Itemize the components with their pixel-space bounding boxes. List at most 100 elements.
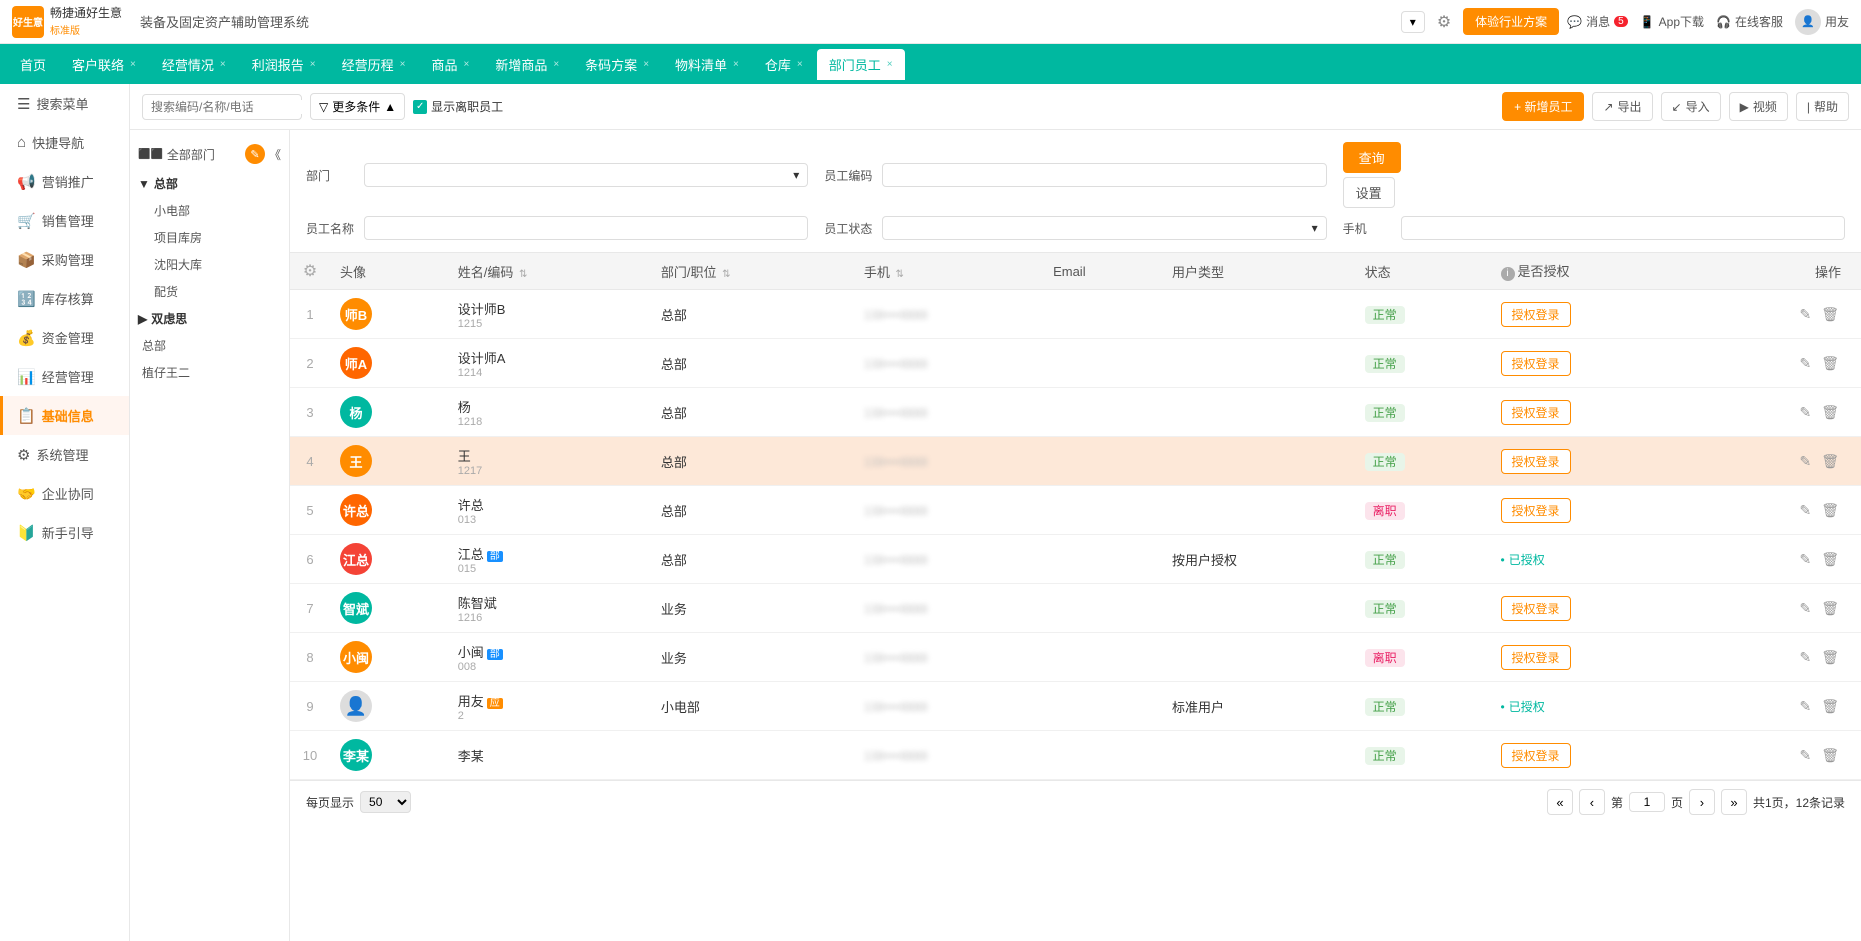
dept-parent-shuanglusi[interactable]: ▶ 双虑思 — [130, 305, 289, 332]
close-customer-tab[interactable]: × — [130, 59, 136, 70]
tab-goods[interactable]: 商品 × — [419, 49, 481, 80]
tab-home[interactable]: 首页 — [8, 49, 58, 80]
sidebar-item-basic[interactable]: 📋 基础信息 — [0, 396, 129, 435]
edit-btn[interactable]: ✎ — [1797, 353, 1813, 374]
last-page-btn[interactable]: » — [1721, 789, 1747, 815]
dept-parent-zongbu[interactable]: ▼ 总部 — [130, 170, 289, 197]
close-warehouse-tab[interactable]: × — [797, 59, 803, 70]
delete-btn[interactable]: 🗑 — [1819, 304, 1841, 325]
sidebar-item-shortcut[interactable]: ⌂ 快捷导航 — [0, 123, 129, 162]
col-name-code[interactable]: 姓名/编码 ⇅ — [448, 253, 651, 290]
sidebar-item-guide[interactable]: 🔰 新手引导 — [0, 513, 129, 552]
page-number-input[interactable] — [1629, 792, 1665, 812]
tab-barcode[interactable]: 条码方案 × — [573, 49, 661, 80]
close-goods-tab[interactable]: × — [463, 59, 469, 70]
sidebar-item-finance[interactable]: 💰 资金管理 — [0, 318, 129, 357]
sidebar-item-sales[interactable]: 🛒 销售管理 — [0, 201, 129, 240]
dept-item-xianmu[interactable]: 项目库房 — [142, 224, 289, 251]
dept-collapse-icon[interactable]: 《 — [269, 146, 281, 163]
per-page-select[interactable]: 50 100 200 — [360, 791, 411, 813]
close-barcode-tab[interactable]: × — [643, 59, 649, 70]
close-history-tab[interactable]: × — [400, 59, 406, 70]
prev-page-btn[interactable]: ‹ — [1579, 789, 1605, 815]
show-resigned-toggle[interactable]: ✓ 显示离职员工 — [413, 98, 503, 115]
emp-code-input[interactable] — [882, 163, 1326, 187]
message-btn[interactable]: 💬 消息 5 — [1567, 13, 1628, 30]
app-download-btn[interactable]: 📱 App下载 — [1640, 13, 1704, 30]
close-material-tab[interactable]: × — [733, 59, 739, 70]
tab-history[interactable]: 经营历程 × — [330, 49, 418, 80]
show-resigned-checkbox[interactable]: ✓ — [413, 100, 427, 114]
close-dept-staff-tab[interactable]: × — [887, 59, 893, 70]
user-area[interactable]: 👤 用友 — [1795, 9, 1849, 35]
tab-material[interactable]: 物料清单 × — [663, 49, 751, 80]
next-page-btn[interactable]: › — [1689, 789, 1715, 815]
delete-btn[interactable]: 🗑 — [1819, 353, 1841, 374]
emp-name-input[interactable] — [364, 216, 808, 240]
more-conditions-btn[interactable]: ▽ 更多条件 ▲ — [310, 93, 405, 120]
search-input[interactable] — [151, 100, 306, 114]
auth-btn[interactable]: 授权登录 — [1501, 645, 1571, 670]
col-phone[interactable]: 手机 ⇅ — [854, 253, 1043, 290]
tab-dept-staff[interactable]: 部门员工 × — [817, 49, 905, 80]
sidebar-item-marketing[interactable]: 📢 营销推广 — [0, 162, 129, 201]
delete-btn[interactable]: 🗑 — [1819, 598, 1841, 619]
trial-btn[interactable]: 体验行业方案 — [1463, 8, 1559, 35]
export-btn[interactable]: ↗ 导出 — [1592, 92, 1652, 121]
delete-btn[interactable]: 🗑 — [1819, 745, 1841, 766]
emp-status-select[interactable]: ▾ — [882, 216, 1326, 240]
dept-edit-icon[interactable]: ✎ — [245, 144, 265, 164]
edit-btn[interactable]: ✎ — [1797, 696, 1813, 717]
col-dept-pos[interactable]: 部门/职位 ⇅ — [651, 253, 854, 290]
help-btn[interactable]: | 帮助 — [1796, 92, 1849, 121]
dept-item-peihuo[interactable]: 配货 — [142, 278, 289, 305]
edit-btn[interactable]: ✎ — [1797, 647, 1813, 668]
dept-item-xiaodianbU[interactable]: 小电部 — [142, 197, 289, 224]
sidebar-item-enterprise[interactable]: 🤝 企业协同 — [0, 474, 129, 513]
edit-btn[interactable]: ✎ — [1797, 402, 1813, 423]
dept-item-zongbu2[interactable]: 总部 — [130, 332, 289, 359]
edit-btn[interactable]: ✎ — [1797, 451, 1813, 472]
query-btn[interactable]: 查询 — [1343, 142, 1401, 173]
dept-filter-select[interactable]: ▾ — [364, 163, 808, 187]
auth-btn[interactable]: 授权登录 — [1501, 596, 1571, 621]
sidebar-item-purchase[interactable]: 📦 采购管理 — [0, 240, 129, 279]
tab-profit[interactable]: 利润报告 × — [240, 49, 328, 80]
search-box[interactable]: 🔍 — [142, 94, 302, 120]
auth-btn[interactable]: 授权登录 — [1501, 351, 1571, 376]
close-business-tab[interactable]: × — [220, 59, 226, 70]
tab-business[interactable]: 经营情况 × — [150, 49, 238, 80]
online-service-btn[interactable]: 🎧 在线客服 — [1716, 13, 1783, 30]
col-settings[interactable]: ⚙ — [290, 253, 330, 290]
edit-btn[interactable]: ✎ — [1797, 304, 1813, 325]
title-dropdown-btn[interactable]: ▾ — [1401, 11, 1425, 33]
delete-btn[interactable]: 🗑 — [1819, 402, 1841, 423]
dept-item-shenyang[interactable]: 沈阳大库 — [142, 251, 289, 278]
tab-warehouse[interactable]: 仓库 × — [753, 49, 815, 80]
setting-btn[interactable]: 设置 — [1343, 177, 1395, 208]
auth-btn[interactable]: 授权登录 — [1501, 449, 1571, 474]
auth-btn[interactable]: 授权登录 — [1501, 743, 1571, 768]
add-staff-btn[interactable]: + 新增员工 — [1502, 92, 1584, 121]
delete-btn[interactable]: 🗑 — [1819, 647, 1841, 668]
sidebar-item-operation[interactable]: 📊 经营管理 — [0, 357, 129, 396]
import-btn[interactable]: ↙ 导入 — [1661, 92, 1721, 121]
sidebar-item-inventory[interactable]: 🔢 库存核算 — [0, 279, 129, 318]
auth-btn[interactable]: 授权登录 — [1501, 498, 1571, 523]
auth-btn[interactable]: 授权登录 — [1501, 400, 1571, 425]
edit-btn[interactable]: ✎ — [1797, 598, 1813, 619]
phone-filter-input[interactable] — [1401, 216, 1845, 240]
dept-item-zhuziwang[interactable]: 植仔王二 — [130, 359, 289, 386]
edit-btn[interactable]: ✎ — [1797, 549, 1813, 570]
sidebar-item-system[interactable]: ⚙ 系统管理 — [0, 435, 129, 474]
sidebar-item-search[interactable]: ☰ 搜索菜单 — [0, 84, 129, 123]
first-page-btn[interactable]: « — [1547, 789, 1573, 815]
delete-btn[interactable]: 🗑 — [1819, 500, 1841, 521]
edit-btn[interactable]: ✎ — [1797, 500, 1813, 521]
settings-gear-btn[interactable]: ⚙ — [1433, 8, 1455, 36]
close-profit-tab[interactable]: × — [310, 59, 316, 70]
view-btn[interactable]: ▶ 视频 — [1729, 92, 1788, 121]
close-new-goods-tab[interactable]: × — [553, 59, 559, 70]
delete-btn[interactable]: 🗑 — [1819, 696, 1841, 717]
dept-all-label[interactable]: 全部部门 — [167, 146, 241, 163]
